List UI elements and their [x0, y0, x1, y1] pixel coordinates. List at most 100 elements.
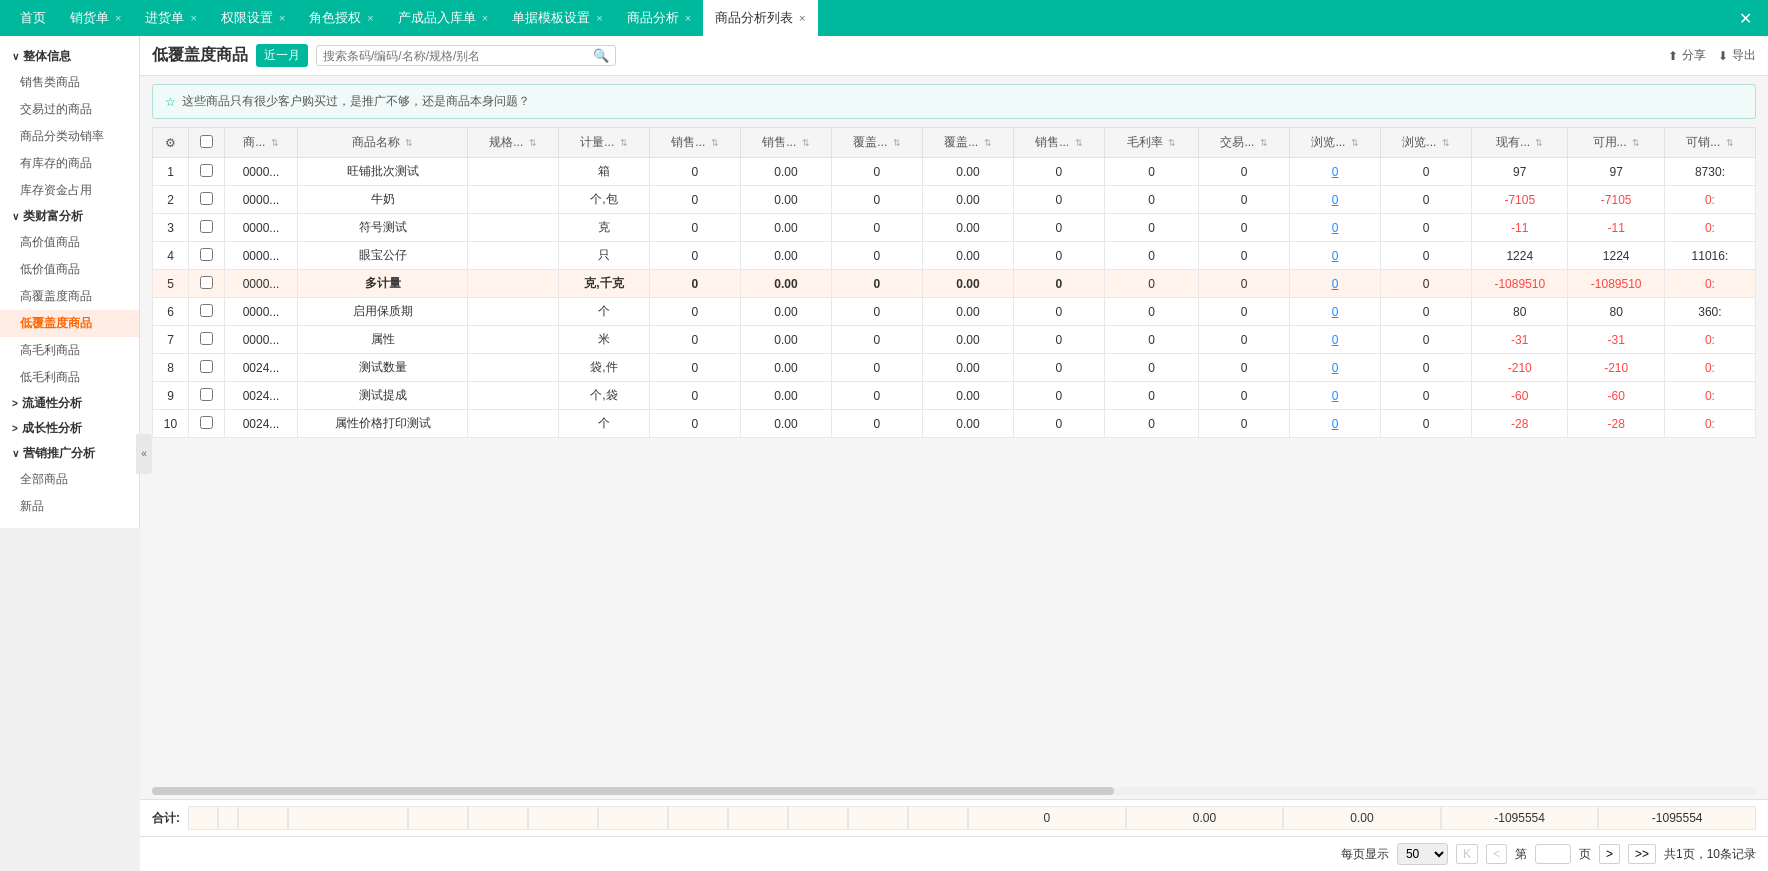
row-browse1[interactable]: 0	[1290, 270, 1381, 298]
select-all-checkbox[interactable]	[200, 135, 213, 148]
next-page-button[interactable]: >	[1599, 844, 1620, 864]
sidebar-item-低覆盖度商品[interactable]: 低覆盖度商品	[0, 310, 139, 337]
column-header-10[interactable]: 销售... ⇅	[1013, 128, 1104, 158]
share-button[interactable]: ⬆ 分享	[1668, 47, 1706, 64]
first-page-button[interactable]: K	[1456, 844, 1478, 864]
column-header-2[interactable]: 商... ⇅	[224, 128, 298, 158]
sidebar-item-高覆盖度商品[interactable]: 高覆盖度商品	[0, 283, 139, 310]
export-button[interactable]: ⬇ 导出	[1718, 47, 1756, 64]
search-input[interactable]	[323, 49, 593, 63]
nav-tab-权限设置[interactable]: 权限设置×	[209, 0, 297, 36]
column-header-17[interactable]: 可销... ⇅	[1664, 128, 1755, 158]
sidebar-section-类财富分析[interactable]: ∨类财富分析	[0, 204, 139, 229]
sidebar-item-高毛利商品[interactable]: 高毛利商品	[0, 337, 139, 364]
column-header-12[interactable]: 交易... ⇅	[1199, 128, 1290, 158]
row-select-checkbox[interactable]	[200, 164, 213, 177]
column-header-13[interactable]: 浏览... ⇅	[1290, 128, 1381, 158]
nav-tab-销货单[interactable]: 销货单×	[58, 0, 133, 36]
row-checkbox[interactable]	[189, 382, 225, 410]
browse-link[interactable]: 0	[1332, 305, 1339, 319]
column-header-7[interactable]: 销售... ⇅	[740, 128, 831, 158]
row-checkbox[interactable]	[189, 242, 225, 270]
sidebar-section-成长性分析[interactable]: >成长性分析	[0, 416, 139, 441]
sidebar-item-商品分类动销率[interactable]: 商品分类动销率	[0, 123, 139, 150]
sidebar-item-交易过的商品[interactable]: 交易过的商品	[0, 96, 139, 123]
browse-link[interactable]: 0	[1332, 417, 1339, 431]
column-header-6[interactable]: 销售... ⇅	[649, 128, 740, 158]
tab-close-icon[interactable]: ×	[279, 12, 285, 24]
row-browse1[interactable]: 0	[1290, 382, 1381, 410]
row-select-checkbox[interactable]	[200, 416, 213, 429]
column-header-9[interactable]: 覆盖... ⇅	[922, 128, 1013, 158]
sidebar-item-高价值商品[interactable]: 高价值商品	[0, 229, 139, 256]
nav-tab-商品分析[interactable]: 商品分析×	[615, 0, 703, 36]
sidebar-item-低毛利商品[interactable]: 低毛利商品	[0, 364, 139, 391]
row-browse1[interactable]: 0	[1290, 158, 1381, 186]
column-header-15[interactable]: 现有... ⇅	[1472, 128, 1568, 158]
row-browse1[interactable]: 0	[1290, 326, 1381, 354]
row-checkbox[interactable]	[189, 298, 225, 326]
column-header-3[interactable]: 商品名称 ⇅	[298, 128, 468, 158]
row-checkbox[interactable]	[189, 326, 225, 354]
row-browse1[interactable]: 0	[1290, 410, 1381, 438]
row-checkbox[interactable]	[189, 354, 225, 382]
row-select-checkbox[interactable]	[200, 276, 213, 289]
sidebar-item-有库存的商品[interactable]: 有库存的商品	[0, 150, 139, 177]
nav-tab-单据模板设置[interactable]: 单据模板设置×	[500, 0, 614, 36]
browse-link[interactable]: 0	[1332, 193, 1339, 207]
row-browse1[interactable]: 0	[1290, 186, 1381, 214]
row-checkbox[interactable]	[189, 214, 225, 242]
column-header-8[interactable]: 覆盖... ⇅	[831, 128, 922, 158]
browse-link[interactable]: 0	[1332, 249, 1339, 263]
row-select-checkbox[interactable]	[200, 304, 213, 317]
sidebar-item-低价值商品[interactable]: 低价值商品	[0, 256, 139, 283]
sidebar-item-库存资金占用[interactable]: 库存资金占用	[0, 177, 139, 204]
row-select-checkbox[interactable]	[200, 248, 213, 261]
sidebar-item-销售类商品[interactable]: 销售类商品	[0, 69, 139, 96]
sidebar-item-全部商品[interactable]: 全部商品	[0, 466, 139, 493]
current-page-input[interactable]: 1	[1535, 844, 1571, 864]
row-browse1[interactable]: 0	[1290, 214, 1381, 242]
column-header-4[interactable]: 规格... ⇅	[467, 128, 558, 158]
row-checkbox[interactable]	[189, 186, 225, 214]
nav-tab-进货单[interactable]: 进货单×	[133, 0, 208, 36]
row-select-checkbox[interactable]	[200, 388, 213, 401]
browse-link[interactable]: 0	[1332, 221, 1339, 235]
tab-close-icon[interactable]: ×	[190, 12, 196, 24]
horizontal-scrollbar[interactable]	[152, 787, 1756, 795]
row-browse1[interactable]: 0	[1290, 298, 1381, 326]
window-close-button[interactable]: ✕	[1731, 9, 1760, 28]
browse-link[interactable]: 0	[1332, 333, 1339, 347]
per-page-select[interactable]: 2050100	[1397, 843, 1448, 865]
sidebar-item-新品[interactable]: 新品	[0, 493, 139, 520]
nav-tab-角色授权[interactable]: 角色授权×	[297, 0, 385, 36]
column-header-14[interactable]: 浏览... ⇅	[1381, 128, 1472, 158]
row-select-checkbox[interactable]	[200, 220, 213, 233]
row-browse1[interactable]: 0	[1290, 354, 1381, 382]
tab-close-icon[interactable]: ×	[799, 12, 805, 24]
nav-tab-产成品入库单[interactable]: 产成品入库单×	[386, 0, 500, 36]
browse-link[interactable]: 0	[1332, 361, 1339, 375]
tab-close-icon[interactable]: ×	[482, 12, 488, 24]
tab-close-icon[interactable]: ×	[596, 12, 602, 24]
nav-tab-首页[interactable]: 首页	[8, 0, 58, 36]
row-select-checkbox[interactable]	[200, 332, 213, 345]
row-checkbox[interactable]	[189, 410, 225, 438]
sidebar-section-整体信息[interactable]: ∨整体信息	[0, 44, 139, 69]
browse-link[interactable]: 0	[1332, 389, 1339, 403]
column-header-16[interactable]: 可用... ⇅	[1568, 128, 1664, 158]
tab-close-icon[interactable]: ×	[367, 12, 373, 24]
tab-close-icon[interactable]: ×	[685, 12, 691, 24]
time-filter-button[interactable]: 近一月	[256, 44, 308, 67]
column-header-11[interactable]: 毛利率 ⇅	[1104, 128, 1198, 158]
last-page-button[interactable]: >>	[1628, 844, 1656, 864]
sidebar-section-营销推广分析[interactable]: ∨营销推广分析	[0, 441, 139, 466]
nav-tab-商品分析列表[interactable]: 商品分析列表×	[703, 0, 817, 36]
sidebar-collapse-button[interactable]: «	[136, 434, 152, 474]
browse-link[interactable]: 0	[1332, 277, 1339, 291]
sidebar-section-流通性分析[interactable]: >流通性分析	[0, 391, 139, 416]
row-select-checkbox[interactable]	[200, 360, 213, 373]
column-header-5[interactable]: 计量... ⇅	[558, 128, 649, 158]
row-checkbox[interactable]	[189, 158, 225, 186]
row-checkbox[interactable]	[189, 270, 225, 298]
